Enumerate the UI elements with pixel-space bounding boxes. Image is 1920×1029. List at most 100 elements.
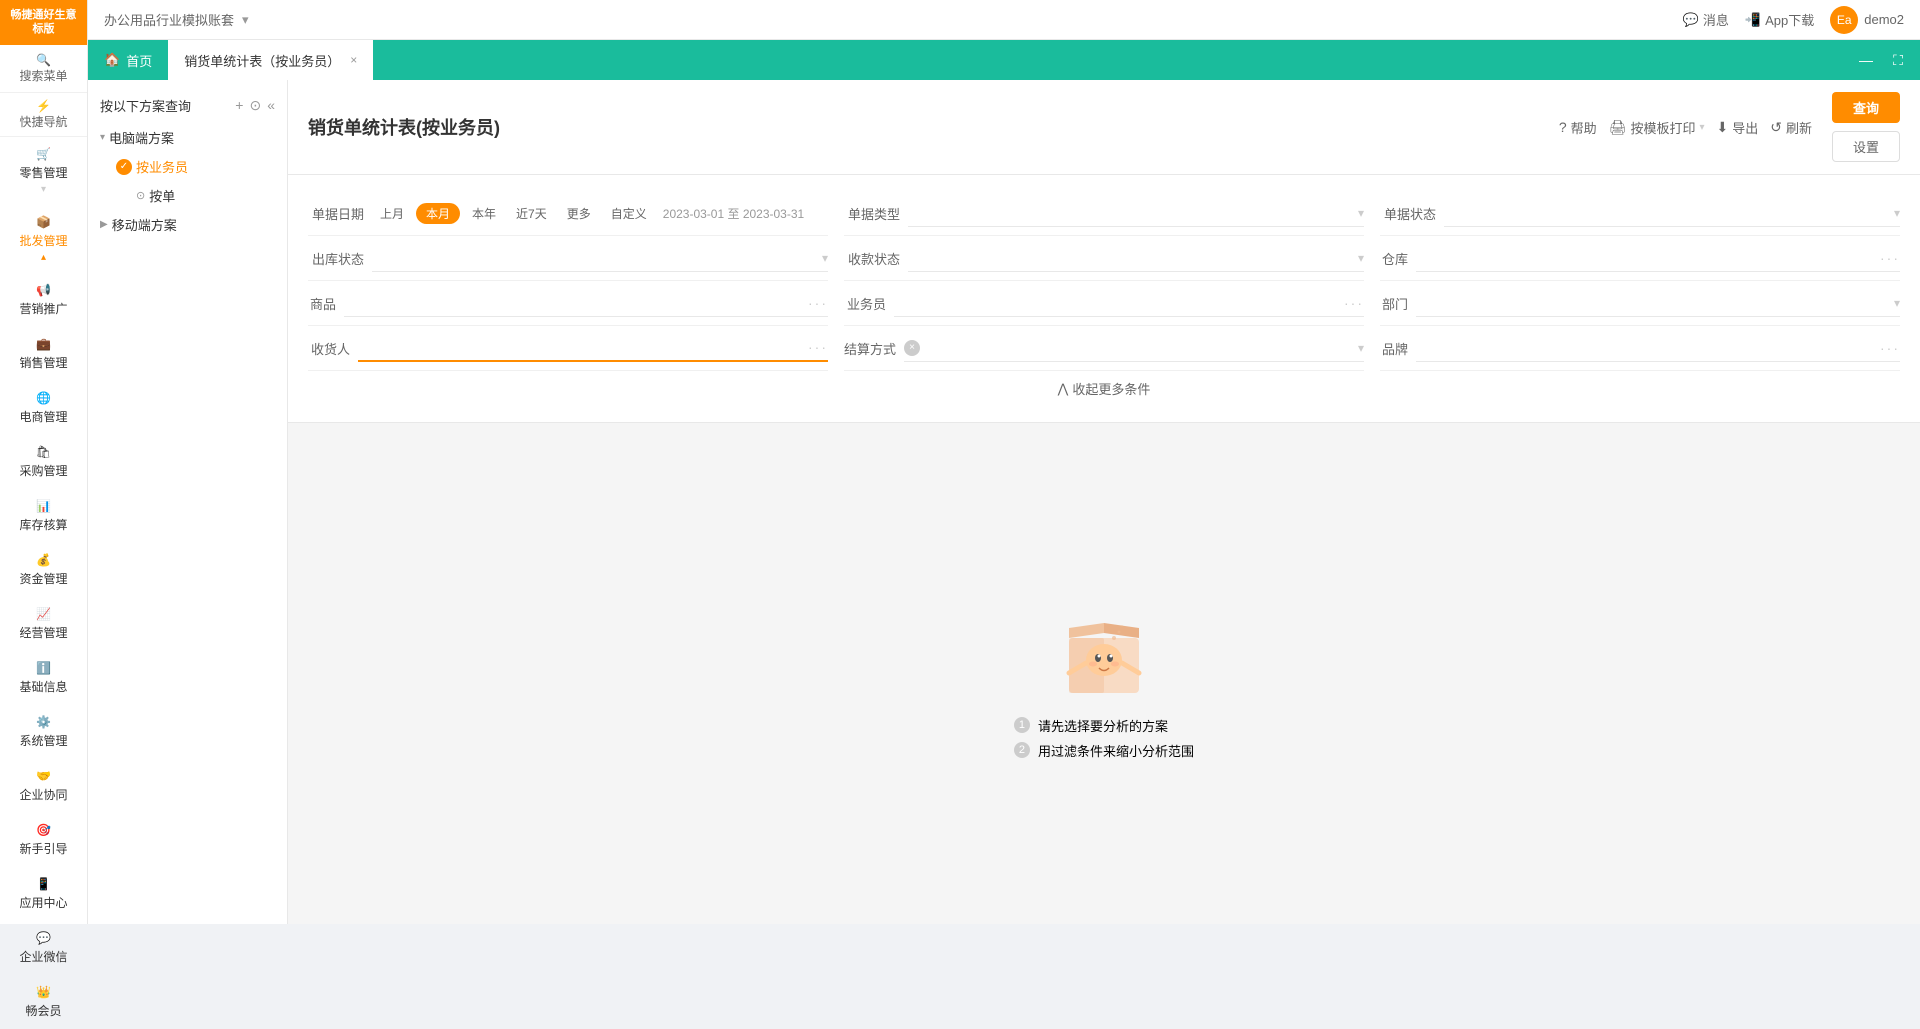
app-download-btn[interactable]: 📲 App下载 (1745, 10, 1814, 29)
left-panel: 按以下方案查询 + ⊙ « ▾ 电脑端方案 ✓ 按业务员 ⊙ 按单 (88, 80, 288, 924)
filter-row-4: 收货人 ··· 结算方式 × ▾ 品牌 (308, 326, 1900, 371)
tree-section-pc[interactable]: ▾ 电脑端方案 (88, 123, 287, 152)
salesperson-input[interactable]: ··· (894, 289, 1364, 317)
consignee-input[interactable]: ··· (358, 334, 828, 362)
tab-minimize-btn[interactable]: — (1852, 46, 1880, 74)
content-area: 按以下方案查询 + ⊙ « ▾ 电脑端方案 ✓ 按业务员 ⊙ 按单 (88, 80, 1920, 924)
export-icon: ⬇ (1716, 119, 1728, 136)
sidebar-item-guide[interactable]: 🎯 新手引导 (0, 813, 87, 867)
filter-row-1: 单据日期 上月 本月 本年 近7天 更多 自定义 2023-03-01 至 20… (308, 191, 1900, 236)
date-btn-custom[interactable]: 自定义 (603, 203, 655, 224)
brand-input[interactable]: ··· (1416, 334, 1900, 362)
settings-button[interactable]: 设置 (1832, 131, 1900, 162)
system-icon: ⚙️ (36, 715, 51, 729)
sidebar-item-collaboration[interactable]: 🤝 企业协同 (0, 759, 87, 813)
tree-section-mobile[interactable]: ▶ 移动端方案 (88, 210, 287, 239)
user-area[interactable]: Ea demo2 (1830, 6, 1904, 34)
wholesale-icon: 📦 (36, 215, 51, 229)
filter-goods-cell: 商品 ··· (308, 281, 828, 326)
management-icon: 📈 (36, 607, 51, 621)
tab-sales-stats[interactable]: 销货单统计表（按业务员） × (168, 40, 373, 80)
sidebar-item-marketing[interactable]: 📢 营销推广 (0, 273, 87, 327)
sidebar-item-ecommerce[interactable]: 🌐 电商管理 (0, 381, 87, 435)
date-btn-7days[interactable]: 近7天 (508, 203, 555, 224)
filter-warehouse-cell: 仓库 ··· (1380, 236, 1900, 281)
edit-scheme-btn[interactable]: ⊙ (249, 97, 261, 114)
out-status-select[interactable]: ▾ (372, 244, 828, 272)
sidebar-item-purchase[interactable]: 🛍 采购管理 (0, 435, 87, 489)
messages-btn[interactable]: 💬 消息 (1683, 10, 1729, 29)
avatar: Ea (1830, 6, 1858, 34)
inventory-icon: 📊 (36, 499, 51, 513)
top-selector-arrow[interactable]: ▾ (242, 12, 249, 28)
sidebar-item-sales[interactable]: 💼 销售管理 (0, 327, 87, 381)
collapse-row: ⋀ 收起更多条件 (308, 371, 1900, 406)
export-btn[interactable]: ⬇ 导出 (1716, 118, 1758, 137)
settlement-arrow: ▾ (1358, 341, 1364, 355)
filter-row-3: 商品 ··· 业务员 ··· 部门 ▾ (308, 281, 1900, 326)
doc-type-select[interactable]: ▾ (908, 199, 1364, 227)
print-btn[interactable]: 🖨 按模板打印 ▾ (1609, 118, 1705, 137)
messages-icon: 💬 (1683, 12, 1699, 28)
doc-status-select[interactable]: ▾ (1444, 199, 1900, 227)
left-panel-header: 按以下方案查询 + ⊙ « (88, 92, 287, 123)
add-scheme-btn[interactable]: + (235, 97, 243, 114)
sidebar-item-finance[interactable]: 💰 资金管理 (0, 543, 87, 597)
sidebar-item-basic-info[interactable]: ℹ️ 基础信息 (0, 651, 87, 705)
sidebar-item-retail[interactable]: 🛒 零售管理 ▾ (0, 137, 87, 205)
refresh-btn[interactable]: ↺ 刷新 (1770, 118, 1812, 137)
sidebar-quick-nav[interactable]: ⚡ 快捷导航 (0, 93, 87, 137)
sidebar-item-member[interactable]: 👑 畅会员 (0, 975, 87, 1029)
filter-row-2: 出库状态 ▾ 收款状态 ▾ 仓库 (308, 236, 1900, 281)
sidebar-item-wholesale[interactable]: 📦 批发管理 ▴ (0, 205, 87, 273)
brand-label: 品牌 (1380, 339, 1408, 358)
appstore-icon: 📱 (36, 877, 51, 891)
collapse-panel-btn[interactable]: « (267, 97, 275, 114)
settlement-clear-btn[interactable]: × (904, 340, 920, 356)
sidebar-item-wechat[interactable]: 💬 企业微信 (0, 921, 87, 975)
scheme-by-order[interactable]: ⊙ 按单 (116, 181, 287, 210)
goods-dots[interactable]: ··· (808, 295, 828, 311)
settlement-select[interactable]: × ▾ (904, 334, 1364, 362)
salesperson-dots[interactable]: ··· (1344, 295, 1364, 311)
sidebar-item-inventory[interactable]: 📊 库存核算 (0, 489, 87, 543)
collapse-btn[interactable]: ⋀ 收起更多条件 (1058, 379, 1151, 398)
sidebar-item-management[interactable]: 📈 经营管理 (0, 597, 87, 651)
consignee-dots[interactable]: ··· (808, 339, 828, 355)
department-select[interactable]: ▾ (1416, 289, 1900, 317)
brand-dots[interactable]: ··· (1880, 340, 1900, 356)
filter-settlement-cell: 结算方式 × ▾ (844, 326, 1364, 371)
scheme-by-salesperson[interactable]: ✓ 按业务员 (116, 152, 287, 181)
sidebar-item-system[interactable]: ⚙️ 系统管理 (0, 705, 87, 759)
date-btn-this-year[interactable]: 本年 (464, 203, 504, 224)
out-status-arrow: ▾ (822, 251, 828, 265)
warehouse-input[interactable]: ··· (1416, 244, 1900, 272)
print-icon: 🖨 (1609, 119, 1627, 136)
topbar-right: 💬 消息 📲 App下载 Ea demo2 (1683, 6, 1904, 34)
collaboration-icon: 🤝 (36, 769, 51, 783)
tab-maximize-btn[interactable]: ⛶ (1884, 46, 1912, 74)
step-2: 2 用过滤条件来缩小分析范围 (1014, 741, 1194, 760)
out-status-label: 出库状态 (308, 249, 364, 268)
receipt-status-select[interactable]: ▾ (908, 244, 1364, 272)
main-area: 办公用品行业模拟账套 ▾ 💬 消息 📲 App下载 Ea demo2 🏠 首页 (88, 0, 1920, 924)
filter-receipt-status-cell: 收款状态 ▾ (844, 236, 1364, 281)
sales-icon: 💼 (36, 337, 51, 351)
goods-input[interactable]: ··· (344, 289, 828, 317)
date-btn-more[interactable]: 更多 (559, 203, 599, 224)
tab-close-btn[interactable]: × (350, 53, 357, 67)
date-btn-last-month[interactable]: 上月 (372, 203, 412, 224)
page-title: 销货单统计表(按业务员) (308, 114, 500, 152)
tabbar-actions: — ⛶ (1852, 46, 1920, 74)
home-icon: 🏠 (104, 52, 120, 68)
tab-home[interactable]: 🏠 首页 (88, 40, 168, 80)
topbar-left: 办公用品行业模拟账套 ▾ (104, 10, 249, 29)
sidebar-item-appstore[interactable]: 📱 应用中心 (0, 867, 87, 921)
logo-subtext: 标版 (33, 22, 55, 36)
warehouse-dots[interactable]: ··· (1880, 250, 1900, 266)
date-btn-this-month[interactable]: 本月 (416, 203, 460, 224)
query-button[interactable]: 查询 (1832, 92, 1900, 123)
settlement-label: 结算方式 (844, 339, 896, 358)
help-btn[interactable]: ? 帮助 (1559, 118, 1597, 137)
sidebar-search[interactable]: 🔍 搜索菜单 (0, 45, 87, 93)
